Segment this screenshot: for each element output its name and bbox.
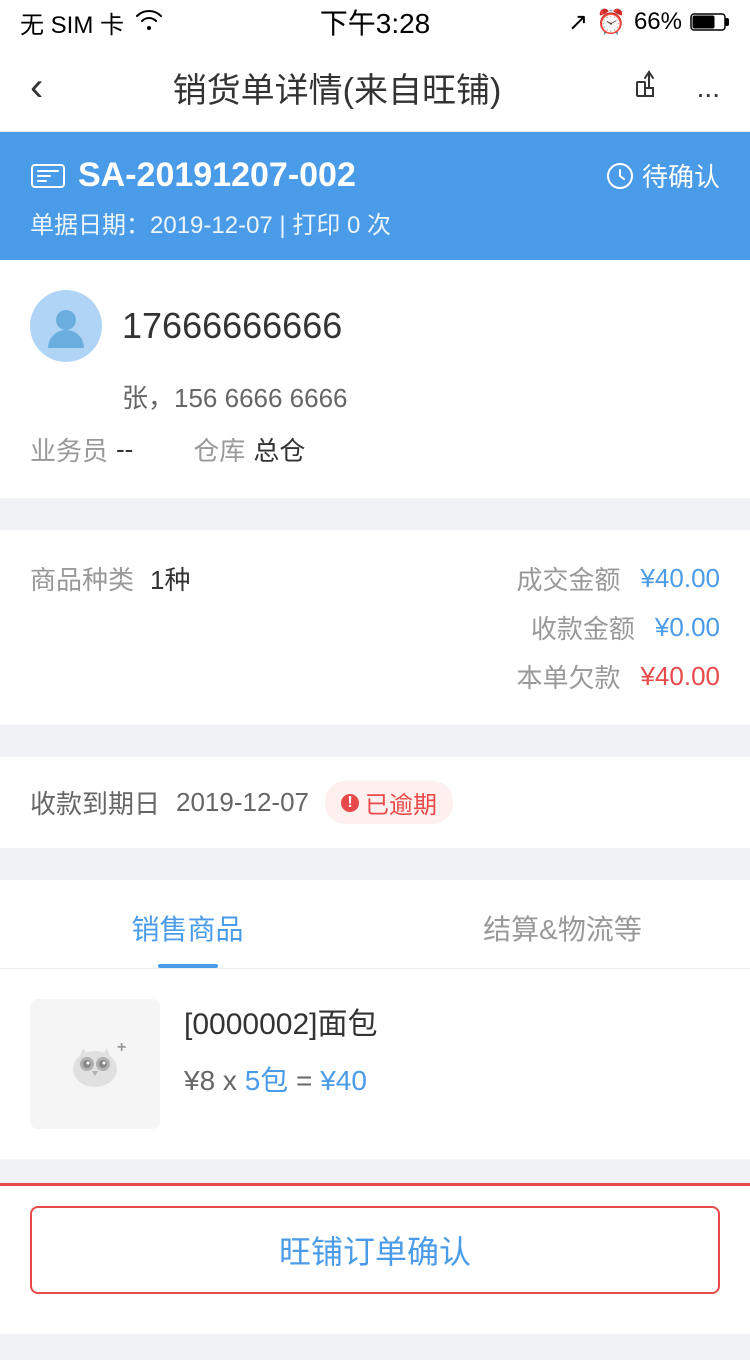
tabs: 销售商品 结算&物流等 — [0, 880, 750, 969]
warehouse-meta: 仓库 总仓 — [193, 431, 305, 468]
avatar — [30, 290, 102, 362]
status-bar-left: 无 SIM 卡 — [20, 5, 164, 40]
customer-meta: 业务员 -- 仓库 总仓 — [30, 431, 720, 468]
confirm-btn-wrap: 旺铺订单确认 — [0, 1183, 750, 1334]
tab-sales-products[interactable]: 销售商品 — [0, 880, 375, 968]
page-title: 销货单详情(来自旺铺) — [173, 63, 502, 112]
equals-text: = — [288, 1065, 320, 1096]
confirm-order-button[interactable]: 旺铺订单确认 — [30, 1206, 720, 1294]
product-price: ¥8 x 5包 = ¥40 — [184, 1059, 720, 1099]
status-bar-time: 下午3:28 — [320, 2, 431, 42]
back-button[interactable]: ‹ — [30, 65, 43, 110]
product-type-value: 1种 — [150, 560, 190, 597]
alarm-icon: ⏰ — [596, 8, 626, 37]
salesperson-meta: 业务员 -- — [30, 431, 133, 468]
divider-1 — [0, 514, 750, 530]
battery-icon — [690, 12, 730, 32]
amount-row-1: 收款金额 ¥0.00 — [531, 609, 720, 646]
due-date-label: 收款到期日 — [30, 784, 160, 821]
order-id: SA-20191207-002 — [30, 156, 356, 195]
battery-label: 66% — [634, 8, 682, 36]
salesperson-label: 业务员 — [30, 431, 108, 468]
order-date: 单据日期：2019-12-07 | 打印 0 次 — [30, 205, 720, 240]
warehouse-value: 总仓 — [253, 431, 305, 468]
product-type-label: 商品种类 — [30, 560, 134, 597]
customer-phone: 17666666666 — [122, 305, 342, 347]
overdue-badge: ! 已逾期 — [325, 781, 453, 824]
product-info: [0000002]面包 ¥8 x 5包 = ¥40 — [184, 999, 720, 1099]
nav-bar: ‹ 销货单详情(来自旺铺) ... — [0, 44, 750, 132]
more-button[interactable]: ... — [697, 72, 720, 104]
product-item: + [0000002]面包 ¥8 x 5包 = ¥40 — [0, 969, 750, 1160]
svg-text:+: + — [117, 1039, 126, 1056]
warning-icon: ! — [341, 794, 359, 812]
order-status: 待确认 — [606, 157, 720, 194]
order-banner: SA-20191207-002 待确认 单据日期：2019-12-07 | 打印… — [0, 132, 750, 260]
location-icon: ↗ — [568, 8, 588, 37]
price-text: ¥8 x — [184, 1065, 245, 1096]
amount-row-0: 成交金额 ¥40.00 — [516, 560, 720, 597]
share-button[interactable] — [631, 66, 667, 109]
wifi-icon — [134, 8, 164, 37]
overdue-text: 已逾期 — [365, 785, 437, 820]
warehouse-label: 仓库 — [193, 431, 245, 468]
due-date-value: 2019-12-07 — [176, 787, 309, 818]
customer-name: 张，156 6666 6666 — [122, 378, 720, 415]
product-qty: 5包 — [245, 1065, 289, 1096]
customer-card: 17666666666 张，156 6666 6666 业务员 -- 仓库 总仓 — [0, 260, 750, 498]
salesperson-value: -- — [116, 434, 133, 465]
carrier-label: 无 SIM 卡 — [20, 5, 124, 40]
divider-3 — [0, 864, 750, 880]
tab-settlement[interactable]: 结算&物流等 — [375, 880, 750, 968]
amount-row-2: 本单欠款 ¥40.00 — [516, 658, 720, 695]
summary-card: 商品种类 1种 成交金额 ¥40.00 收款金额 ¥0.00 本单欠款 ¥40.… — [0, 530, 750, 725]
summary-right: 成交金额 ¥40.00 收款金额 ¥0.00 本单欠款 ¥40.00 — [516, 560, 720, 695]
due-date-row: 收款到期日 2019-12-07 ! 已逾期 — [0, 757, 750, 848]
product-name: [0000002]面包 — [184, 999, 720, 1043]
divider-2 — [0, 741, 750, 757]
nav-actions: ... — [631, 66, 720, 109]
product-image: + — [30, 999, 160, 1129]
summary-left: 商品种类 1种 — [30, 560, 190, 597]
status-bar: 无 SIM 卡 下午3:28 ↗ ⏰ 66% — [0, 0, 750, 44]
product-total: ¥40 — [320, 1065, 367, 1096]
product-list: + [0000002]面包 ¥8 x 5包 = ¥40 — [0, 969, 750, 1160]
status-bar-right: ↗ ⏰ 66% — [568, 8, 730, 37]
